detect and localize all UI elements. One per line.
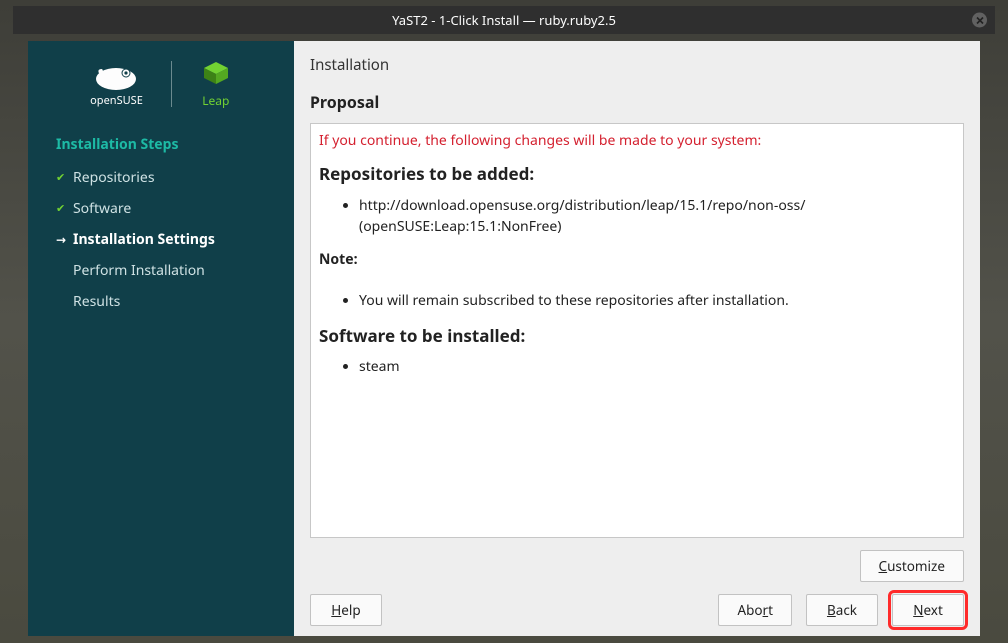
sidebar-logos: openSUSE Leap [28,55,294,113]
main-panel: Installation Proposal If you continue, t… [294,41,980,636]
page-title: Installation [310,55,964,75]
sidebar-step-2[interactable]: Installation Settings [28,224,294,255]
leap-label: Leap [202,92,229,109]
software-heading: Software to be installed: [319,323,955,349]
sidebar-step-1[interactable]: Software [28,193,294,224]
window-title: YaST2 - 1-Click Install — ruby.ruby2.5 [392,11,616,29]
note-list: You will remain subscribed to these repo… [319,290,955,311]
close-icon[interactable] [972,13,987,28]
software-item-0: steam [359,356,955,377]
sidebar: openSUSE Leap Installation Steps Reposit… [28,41,294,636]
repo-item-0: http://download.opensuse.org/distributio… [359,195,955,237]
note-item-0: You will remain subscribed to these repo… [359,290,955,311]
sidebar-step-0[interactable]: Repositories [28,162,294,193]
steps-heading: Installation Steps [28,135,294,162]
proposal-box[interactable]: If you continue, the following changes w… [310,123,964,538]
logo-divider [171,61,172,107]
next-button[interactable]: Next [892,594,964,626]
note-label: Note: [319,249,955,270]
repos-heading: Repositories to be added: [319,161,955,187]
page-subtitle: Proposal [310,91,964,113]
software-list: steam [319,356,955,377]
leap-logo: Leap [200,60,232,109]
help-button[interactable]: Help [310,594,382,626]
abort-button[interactable]: Abort [718,594,792,626]
back-button[interactable]: Back [806,594,878,626]
opensuse-logo: openSUSE [90,61,143,108]
sidebar-step-3[interactable]: Perform Installation [28,255,294,286]
repos-list: http://download.opensuse.org/distributio… [319,195,955,237]
opensuse-label: openSUSE [90,93,143,108]
warning-text: If you continue, the following changes w… [319,130,955,151]
sidebar-step-4[interactable]: Results [28,286,294,317]
customize-button[interactable]: Customize [860,550,964,582]
window-titlebar: YaST2 - 1-Click Install — ruby.ruby2.5 [13,6,995,34]
